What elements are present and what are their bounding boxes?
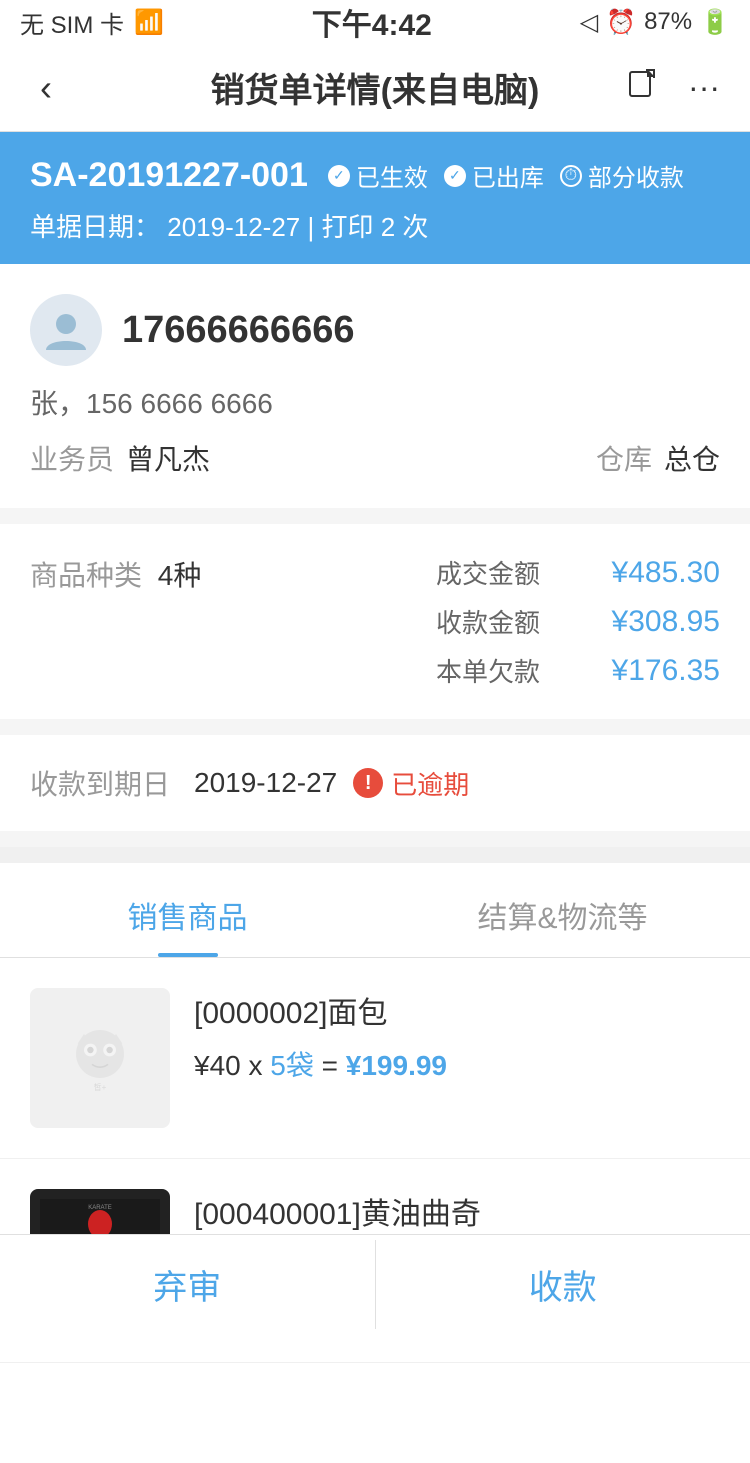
product-thumb-1: 皙+	[30, 988, 170, 1128]
svg-text:KARATE: KARATE	[88, 1205, 112, 1211]
stats-section: 商品种类 4种 成交金额 ¥485.30 收款金额 ¥308.95 本单欠款 ¥…	[0, 524, 750, 719]
page-title: 销货单详情(来自电脑)	[211, 63, 540, 112]
product-info-1: [0000002]面包 ¥40 x 5袋 = ¥199.99	[194, 988, 720, 1084]
product-list: 皙+ [0000002]面包 ¥40 x 5袋 = ¥199.99	[0, 958, 750, 1463]
divider	[0, 847, 750, 863]
check-icon-1: ✓	[328, 165, 350, 187]
stat-amount: 成交金额 ¥485.30	[436, 554, 720, 591]
status-effective: ✓ 已生效	[328, 158, 428, 193]
customer-top: 17666666666	[30, 294, 720, 366]
product-types-value: 4种	[158, 560, 202, 591]
wifi-icon: 📶	[134, 8, 164, 37]
bottom-bar: 弃审 收款	[0, 1234, 750, 1334]
due-section: 收款到期日 2019-12-27 ! 已逾期	[0, 735, 750, 831]
order-id: SA-20191227-001	[30, 156, 308, 195]
customer-meta: 业务员 曾凡杰 仓库 总仓	[30, 438, 720, 478]
customer-name-phone: 张，156 6666 6666	[30, 382, 720, 422]
tabs-section: 销售商品 结算&物流等 皙+	[0, 863, 750, 1463]
status-partial: ⏱ 部分收款	[560, 158, 684, 193]
nav-bar: ‹ 销货单详情(来自电脑) ···	[0, 44, 750, 132]
due-date: 2019-12-27	[194, 767, 337, 799]
warehouse-name: 总仓	[664, 438, 720, 478]
sim-label: 无 SIM 卡	[20, 5, 124, 40]
cancel-review-button[interactable]: 弃审	[0, 1240, 376, 1329]
nav-actions: ···	[626, 68, 720, 108]
product-name-2: [000400001]黄油曲奇	[194, 1189, 720, 1233]
product-name-1: [0000002]面包	[194, 988, 720, 1032]
status-bar-right: ◁ ⏰ 87% 🔋	[580, 8, 730, 37]
staff-label: 业务员	[30, 438, 114, 478]
order-date-info: 单据日期： 2019-12-27 | 打印 2 次	[30, 207, 720, 244]
check-icon-2: ✓	[444, 165, 466, 187]
staff-name: 曾凡杰	[126, 438, 210, 478]
customer-section: 17666666666 张，156 6666 6666 业务员 曾凡杰 仓库 总…	[0, 264, 750, 508]
back-button[interactable]: ‹	[30, 57, 62, 119]
product-types: 商品种类 4种	[30, 554, 436, 594]
header-banner: SA-20191227-001 ✓ 已生效 ✓ 已出库 ⏱ 部分收款 单据日期：…	[0, 132, 750, 264]
customer-avatar	[30, 294, 102, 366]
overdue-badge: ! 已逾期	[353, 765, 469, 802]
stat-received: 收款金额 ¥308.95	[436, 603, 720, 640]
clock-icon: ⏱	[560, 165, 582, 187]
status-bar-time: 下午4:42	[312, 0, 432, 44]
battery-icon: 🔋	[700, 8, 730, 37]
warehouse-label: 仓库	[596, 438, 652, 478]
tab-products[interactable]: 销售商品	[0, 863, 375, 957]
due-label: 收款到期日	[30, 763, 170, 803]
alarm-icon: ⏰	[606, 8, 636, 37]
svg-text:皙+: 皙+	[94, 1082, 107, 1092]
overdue-icon: !	[353, 768, 383, 798]
share-icon[interactable]	[626, 68, 658, 108]
tabs-header: 销售商品 结算&物流等	[0, 863, 750, 958]
battery-label: 87%	[644, 8, 692, 36]
stats-right: 成交金额 ¥485.30 收款金额 ¥308.95 本单欠款 ¥176.35	[436, 554, 720, 689]
product-price-1: ¥40 x 5袋 = ¥199.99	[194, 1044, 720, 1084]
status-shipped: ✓ 已出库	[444, 158, 544, 193]
location-icon: ◁	[580, 8, 598, 37]
more-icon[interactable]: ···	[688, 69, 720, 106]
collect-payment-button[interactable]: 收款	[376, 1240, 750, 1329]
tab-settlement[interactable]: 结算&物流等	[375, 863, 750, 957]
status-bar: 无 SIM 卡 📶 下午4:42 ◁ ⏰ 87% 🔋	[0, 0, 750, 44]
overdue-text: 已逾期	[391, 765, 469, 802]
stat-owed: 本单欠款 ¥176.35	[436, 652, 720, 689]
status-badges: ✓ 已生效 ✓ 已出库 ⏱ 部分收款	[328, 158, 684, 193]
customer-id: 17666666666	[122, 309, 354, 352]
product-item: 皙+ [0000002]面包 ¥40 x 5袋 = ¥199.99	[0, 958, 750, 1159]
stats-left: 商品种类 4种	[30, 554, 436, 594]
status-bar-left: 无 SIM 卡 📶	[20, 5, 164, 40]
